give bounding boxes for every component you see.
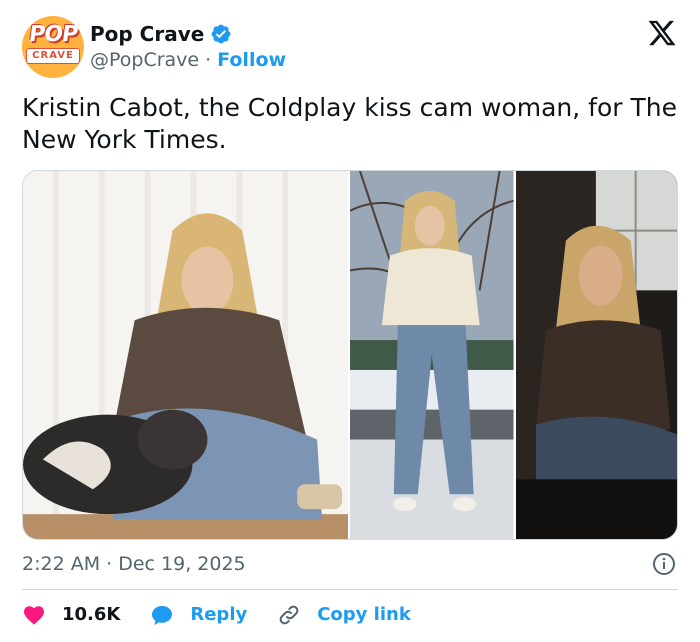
follow-button[interactable]: Follow [217, 48, 286, 72]
photo-seated-by-window[interactable] [515, 171, 677, 539]
like-count: 10.6K [62, 604, 121, 625]
copy-link-label: Copy link [317, 604, 411, 625]
tweet-text: Kristin Cabot, the Coldplay kiss cam wom… [22, 93, 677, 154]
copy-link-button[interactable]: Copy link [277, 603, 411, 627]
author-name-row: Pop Crave [90, 22, 232, 46]
author-handle[interactable]: @PopCrave [90, 48, 199, 72]
photo-standing-in-snow[interactable] [350, 171, 514, 539]
avatar-logo-text: POP [27, 22, 79, 47]
heart-icon [24, 606, 44, 625]
divider [22, 589, 678, 590]
reply-label: Reply [190, 604, 248, 625]
tweet-card: POP CRAVE Pop Crave @PopCrave · Follow K… [0, 0, 700, 642]
author-display-name[interactable]: Pop Crave [90, 22, 204, 46]
photo-seated-with-dog[interactable] [23, 171, 348, 539]
link-icon [279, 605, 299, 625]
media-grid [22, 170, 678, 540]
action-bar: 10.6K Reply Copy link [22, 603, 441, 627]
reply-bubble-icon [152, 606, 173, 625]
reply-button[interactable]: Reply [150, 603, 247, 627]
avatar[interactable]: POP CRAVE [22, 16, 84, 78]
x-logo-icon[interactable] [645, 18, 679, 48]
like-button[interactable]: 10.6K [22, 603, 120, 627]
tweet-timestamp[interactable]: 2:22 AM · Dec 19, 2025 [22, 552, 246, 576]
avatar-logo-subtext: CRAVE [26, 48, 80, 64]
verified-icon [211, 24, 231, 44]
info-icon[interactable] [652, 552, 676, 576]
separator-dot: · [205, 49, 212, 71]
author-handle-row: @PopCrave · Follow [90, 48, 286, 72]
